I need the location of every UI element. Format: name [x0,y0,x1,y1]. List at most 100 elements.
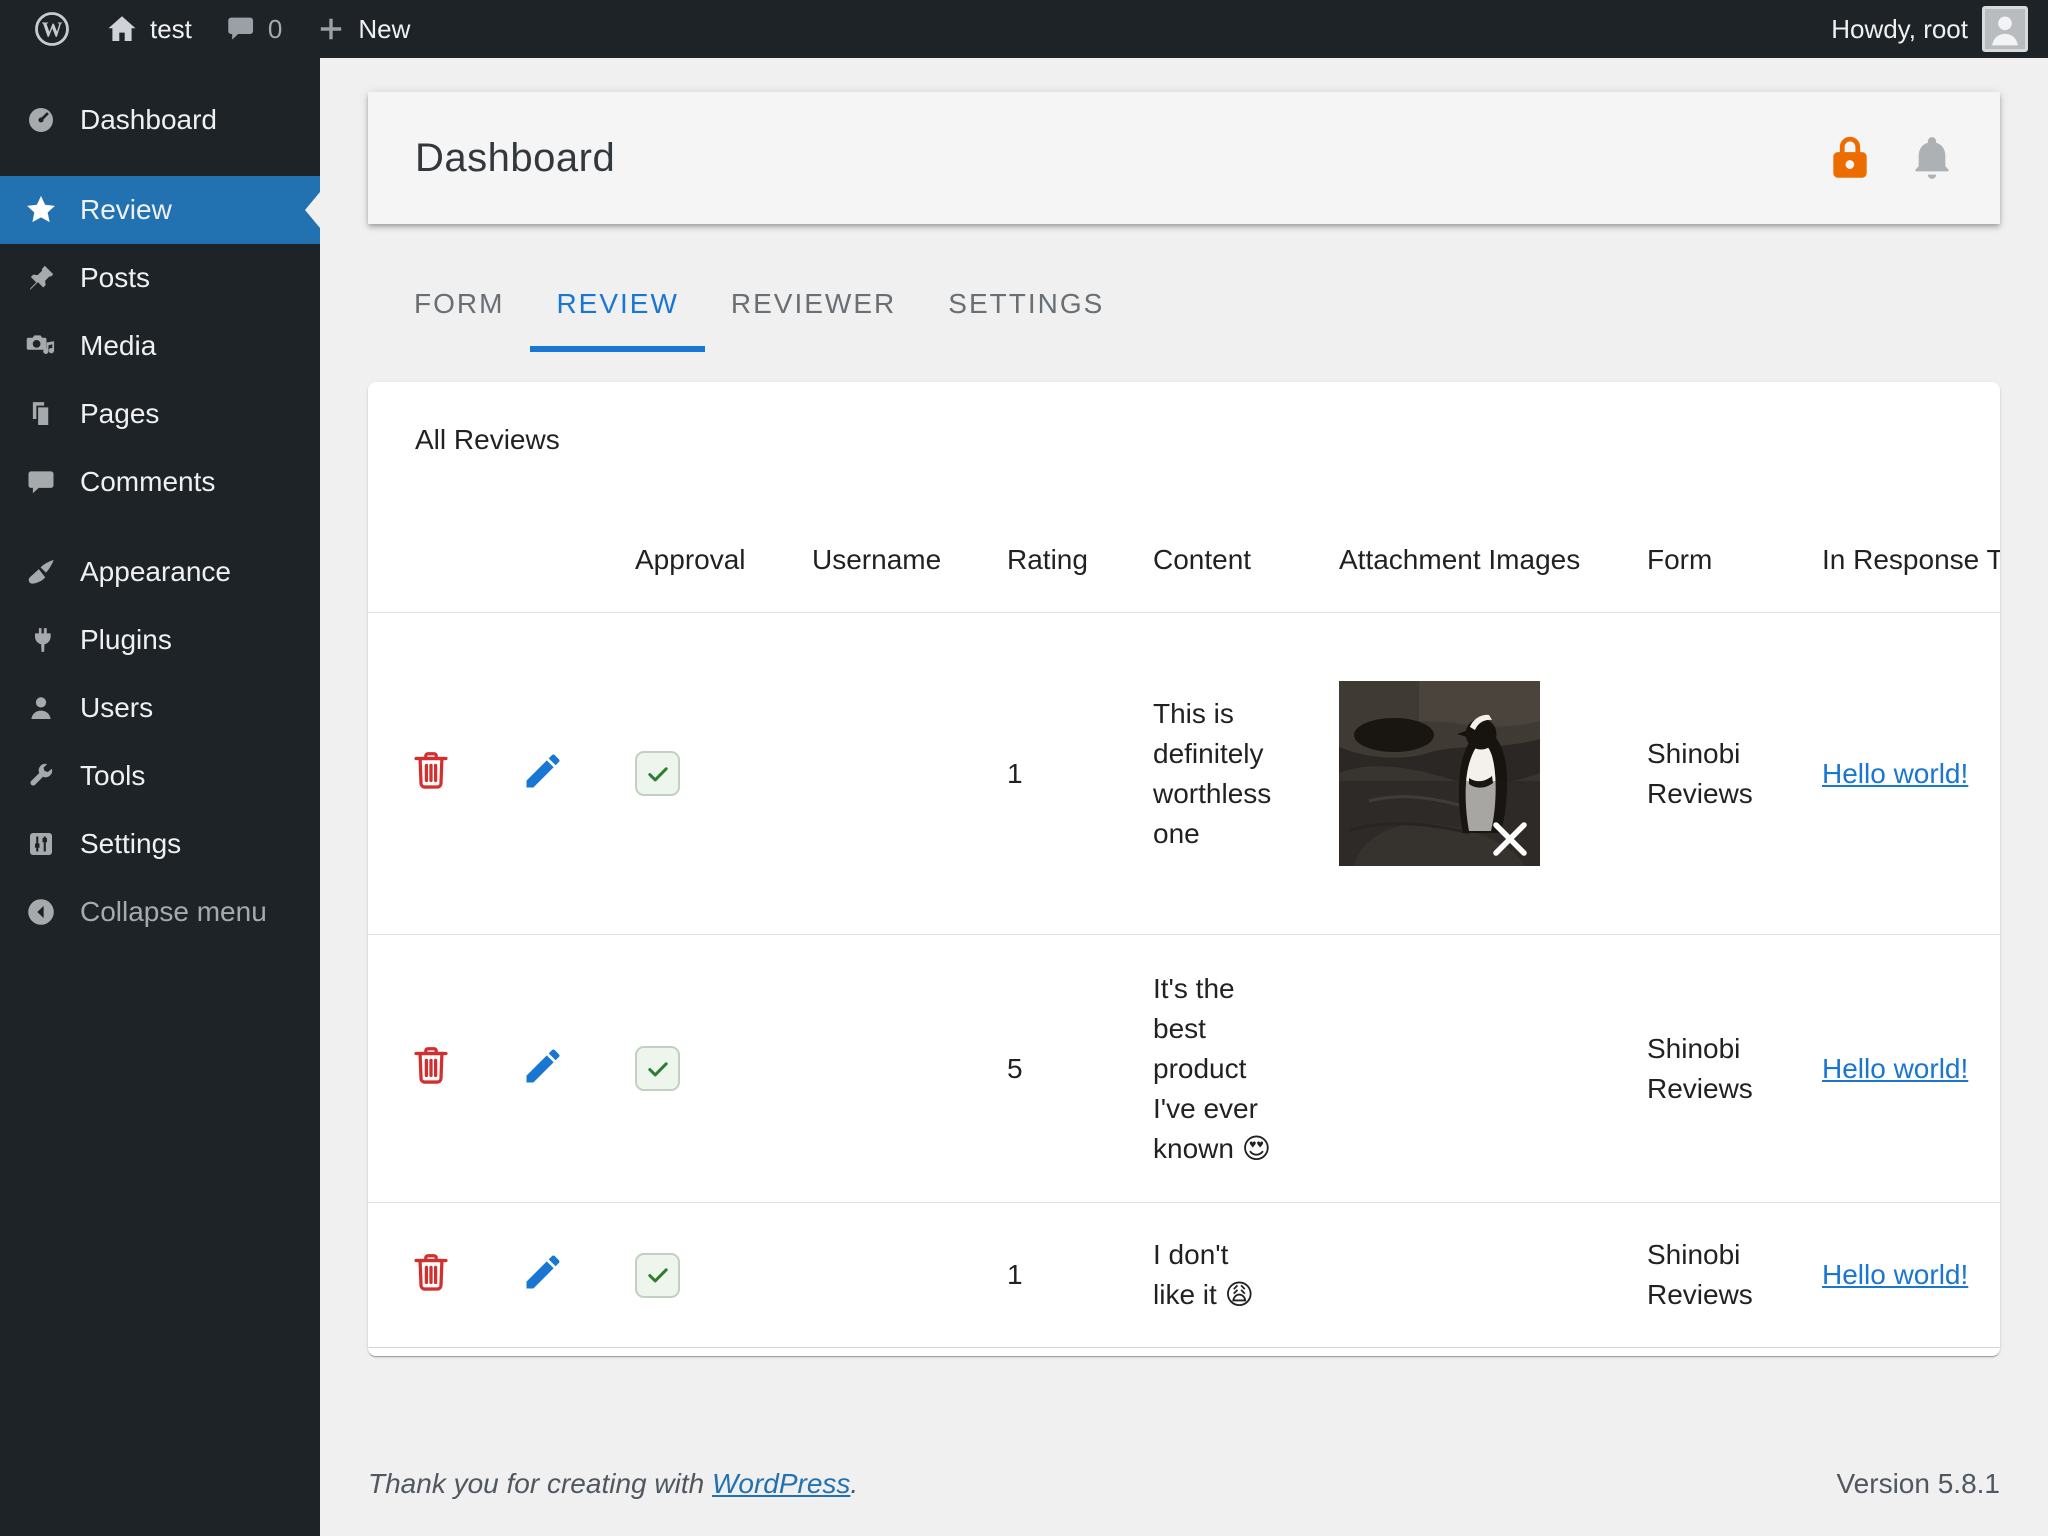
column-username: Username [796,508,991,613]
table-row: 1 This is definitely worthless one Shino… [368,612,2000,935]
paintbrush-icon [24,555,58,589]
sidebar-item-comments[interactable]: Comments [0,448,320,516]
wordpress-logo-icon: W [35,12,69,46]
column-edit [493,508,593,613]
sidebar-item-label: Review [80,194,172,225]
table-header-row: Approval Username Rating Content Attachm… [368,508,2000,613]
tab-label: REVIEW [556,288,679,319]
avatar [1982,6,2028,52]
sidebar-item-dashboard[interactable]: Dashboard [0,86,320,154]
lock-button[interactable] [1822,130,1878,186]
column-approval: Approval [593,508,796,613]
sidebar-item-plugins[interactable]: Plugins [0,606,320,674]
sidebar-item-label: Posts [80,262,151,293]
sidebar-item-label: Tools [80,760,146,791]
form-cell: Shinobi Reviews [1631,612,1806,935]
collapse-menu-button[interactable]: Collapse menu [0,878,320,946]
tab-review[interactable]: REVIEW [530,256,706,352]
in-response-to-link[interactable]: Hello world! [1822,1053,1968,1084]
check-icon [647,1061,668,1076]
content-cell: I don't like it 😩 [1137,1202,1323,1348]
page-header: Dashboard [368,92,2000,224]
plug-icon [24,623,58,657]
check-icon [647,1268,668,1283]
rating-cell: 1 [991,612,1137,935]
approval-checkbox[interactable] [635,1046,680,1091]
username-cell [796,612,991,935]
sidebar-item-label: Media [80,330,157,361]
tab-label: FORM [414,288,505,319]
delete-button[interactable] [404,743,458,797]
footer-thanks-text: Thank you for creating with [368,1468,712,1499]
wrench-icon [24,759,58,793]
home-icon [108,16,136,41]
in-response-to-link[interactable]: Hello world! [1822,758,1968,789]
edit-button[interactable] [516,1039,570,1093]
attachment-image [1339,681,1540,866]
column-delete [368,508,493,613]
sidebar-item-posts[interactable]: Posts [0,244,320,312]
settings-sliders-icon [24,827,58,861]
menu-separator [0,516,320,538]
form-cell: Shinobi Reviews [1631,1202,1806,1348]
svg-text:W: W [42,17,63,41]
pencil-icon [526,1048,560,1082]
approval-checkbox[interactable] [635,1252,680,1298]
sidebar-item-tools[interactable]: Tools [0,742,320,810]
star-icon [24,193,58,227]
attachment-cell-empty [1323,1202,1631,1348]
footer-thanks: Thank you for creating with WordPress. [368,1468,858,1500]
username-cell [796,934,991,1203]
comment-bubble-icon [228,17,253,40]
sidebar-item-settings[interactable]: Settings [0,810,320,878]
edit-button[interactable] [516,1245,570,1299]
remove-image-button[interactable] [1488,817,1532,861]
comments-icon [24,465,58,499]
username-cell [796,1202,991,1348]
footer-thanks-period: . [850,1468,859,1499]
sidebar-item-media[interactable]: Media [0,312,320,380]
site-link[interactable]: test [88,0,208,58]
sidebar-item-review[interactable]: Review [0,176,320,244]
new-content-menu[interactable]: New [298,0,426,58]
pencil-icon [526,753,560,787]
account-menu[interactable]: Howdy, root [1831,6,2032,52]
version-text: Version 5.8.1 [1836,1468,2000,1499]
bell-icon [1915,137,1949,179]
sidebar-item-appearance[interactable]: Appearance [0,538,320,606]
lock-icon [1833,136,1867,178]
delete-button[interactable] [404,1245,458,1299]
pushpin-icon [24,261,58,295]
column-content: Content [1137,508,1323,613]
sidebar-item-users[interactable]: Users [0,674,320,742]
sidebar-item-pages[interactable]: Pages [0,380,320,448]
tab-form[interactable]: FORM [388,256,530,352]
sidebar-item-label: Dashboard [80,104,217,135]
tab-reviewer[interactable]: REVIEWER [705,256,922,352]
wordpress-link[interactable]: WordPress [712,1468,850,1499]
delete-button[interactable] [404,1038,458,1092]
wordpress-logo-menu[interactable]: W [16,0,88,58]
content-cell: This is definitely worthless one [1137,612,1323,935]
trash-icon [413,1047,448,1084]
trash-icon [413,752,448,789]
tab-label: REVIEWER [730,288,897,319]
comments-shortcut[interactable]: 0 [208,0,298,58]
notifications-button[interactable] [1904,130,1960,186]
content-cell: It's the best product I've ever known 😍 [1137,934,1323,1203]
column-form: Form [1631,508,1806,613]
tab-label: SETTINGS [948,288,1105,319]
site-name: test [150,13,192,44]
sidebar-item-label: Settings [80,828,182,859]
page-title: Dashboard [415,135,616,180]
approval-checkbox[interactable] [635,751,680,796]
column-rating: Rating [991,508,1137,613]
tab-settings[interactable]: SETTINGS [922,256,1130,352]
edit-button[interactable] [516,744,570,798]
in-response-to-link[interactable]: Hello world! [1822,1259,1968,1290]
menu-separator [0,154,320,176]
sidebar-item-label: Comments [80,466,216,497]
sidebar-item-label: Plugins [80,624,172,655]
check-icon [647,766,668,781]
sidebar-item-label: Users [80,692,154,723]
